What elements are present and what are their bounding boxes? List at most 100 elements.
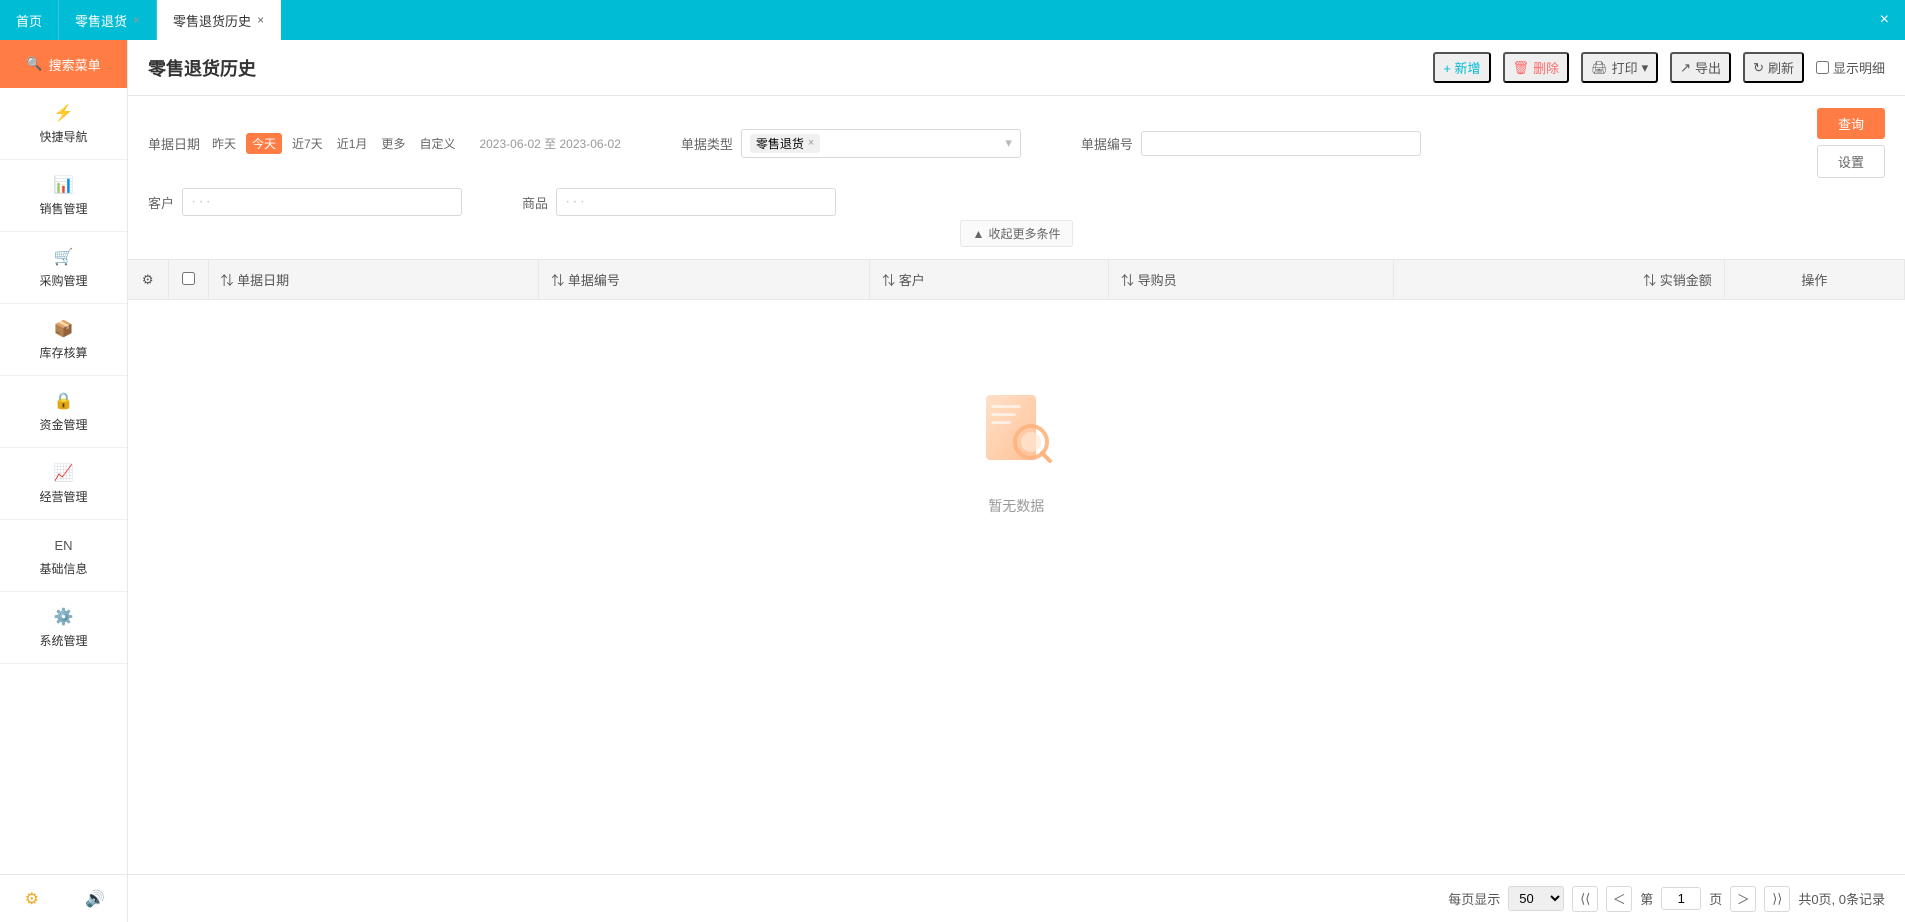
sidebar-item-operation[interactable]: 📈 经营管理	[0, 448, 127, 520]
delete-button[interactable]: 🗑 删除	[1503, 52, 1570, 83]
window-close-btn[interactable]: ×	[1864, 0, 1905, 40]
sidebar-item-system[interactable]: ⚙️ 系统管理	[0, 592, 127, 664]
sales-icon: 📊	[53, 174, 75, 196]
quick-nav-icon: ⚡	[53, 102, 75, 124]
query-button[interactable]: 查询	[1817, 108, 1885, 139]
sidebar-item-finance[interactable]: 🔒 资金管理	[0, 376, 127, 448]
sidebar-item-inventory[interactable]: 📦 库存核算	[0, 304, 127, 376]
refresh-button[interactable]: ↻ 刷新	[1743, 52, 1804, 83]
select-all-checkbox[interactable]	[182, 272, 195, 285]
sidebar-item-basic-info-label: 基础信息	[39, 560, 87, 577]
product-filter-group: 商品 ···	[522, 188, 836, 216]
date-opt-yesterday[interactable]: 昨天	[208, 133, 240, 154]
page-number-input[interactable]	[1661, 887, 1701, 910]
sidebar-item-sales-label: 销售管理	[39, 200, 87, 217]
sidebar-settings-btn[interactable]: ⚙	[0, 875, 64, 922]
sidebar-volume-btn[interactable]: 🔊	[64, 875, 128, 922]
table-head: ⚙ ⇅ 单据日期 ⇅ 单据编号 ⇅ 客户	[128, 260, 1905, 300]
tab-retail-return-close[interactable]: ×	[133, 13, 140, 27]
pagination-bar: 每页显示 50 20 100 ⟨⟨ ＜ 第 页 ＞ ⟩⟩ 共0页, 0条记录	[128, 874, 1905, 922]
date-range-group: 2023-06-02 至 2023-06-02	[479, 135, 620, 152]
date-opt-custom[interactable]: 自定义	[415, 133, 459, 154]
sidebar-item-finance-label: 资金管理	[39, 416, 87, 433]
show-details-checkbox-wrap[interactable]: 显示明细	[1816, 58, 1885, 77]
data-table: ⚙ ⇅ 单据日期 ⇅ 单据编号 ⇅ 客户	[128, 260, 1905, 596]
export-button[interactable]: ↗ 导出	[1670, 52, 1731, 83]
export-icon: ↗	[1680, 60, 1691, 76]
settings-icon: ⚙	[142, 272, 154, 287]
collapse-row: ▲ 收起更多条件	[148, 216, 1885, 247]
per-page-select[interactable]: 50 20 100	[1508, 886, 1564, 911]
sidebar: 🔍 搜索菜单 ⚡ 快捷导航 📊 销售管理 🛒 采购管理 📦 库存核算 🔒 资金管…	[0, 40, 128, 922]
type-filter-select[interactable]: 零售退货 × ▾	[741, 129, 1021, 158]
print-button[interactable]: 🖨 打印 ▾	[1581, 52, 1658, 83]
sidebar-bottom: ⚙ 🔊	[0, 874, 127, 922]
basic-info-icon: EN	[53, 534, 75, 556]
tab-retail-return-history-label: 零售退货历史	[173, 11, 251, 30]
date-opt-last1m[interactable]: 近1月	[333, 133, 372, 154]
refresh-icon: ↻	[1753, 60, 1764, 76]
type-filter-group: 单据类型 零售退货 × ▾	[681, 129, 1021, 158]
collapse-button[interactable]: ▲ 收起更多条件	[960, 220, 1074, 247]
col-amount[interactable]: ⇅ 实销金额	[1393, 260, 1724, 300]
sidebar-item-quick-nav-label: 快捷导航	[39, 128, 87, 145]
customer-filter-input[interactable]: ···	[182, 188, 462, 216]
tab-retail-return-label: 零售退货	[75, 11, 127, 30]
date-filter-label: 单据日期	[148, 134, 200, 153]
customer-filter-label: 客户	[148, 193, 174, 212]
col-action-label: 操作	[1801, 273, 1827, 288]
delete-icon: 🗑	[1513, 60, 1530, 76]
page-label: 第	[1640, 889, 1653, 908]
filter-settings-button[interactable]: 设置	[1817, 145, 1885, 178]
next-page-btn[interactable]: ＞	[1730, 886, 1756, 912]
first-page-btn[interactable]: ⟨⟨	[1572, 886, 1598, 912]
date-opt-last7[interactable]: 近7天	[288, 133, 327, 154]
tab-retail-return[interactable]: 零售退货 ×	[59, 0, 157, 40]
print-chevron-icon: ▾	[1642, 60, 1649, 76]
col-number[interactable]: ⇅ 单据编号	[539, 260, 870, 300]
tab-retail-return-history[interactable]: 零售退货历史 ×	[157, 0, 281, 40]
col-checkbox[interactable]	[168, 260, 208, 300]
print-icon: 🖨	[1591, 60, 1608, 76]
product-filter-input[interactable]: ···	[556, 188, 836, 216]
sidebar-item-basic-info[interactable]: EN 基础信息	[0, 520, 127, 592]
col-action: 操作	[1724, 260, 1904, 300]
tab-home[interactable]: 首页	[0, 0, 59, 40]
filter-row-1: 单据日期 昨天 今天 近7天 近1月 更多 自定义 2023-06-02 至 2…	[148, 108, 1885, 178]
type-tag-remove[interactable]: ×	[808, 137, 814, 149]
per-page-label: 每页显示	[1448, 889, 1500, 908]
operation-icon: 📈	[53, 462, 75, 484]
empty-illustration	[966, 380, 1066, 480]
sidebar-item-system-label: 系统管理	[39, 632, 87, 649]
col-guide[interactable]: ⇅ 导购员	[1109, 260, 1394, 300]
table-container: ⚙ ⇅ 单据日期 ⇅ 单据编号 ⇅ 客户	[128, 260, 1905, 874]
sidebar-item-quick-nav[interactable]: ⚡ 快捷导航	[0, 88, 127, 160]
finance-icon: 🔒	[53, 390, 75, 412]
collapse-icon: ▲	[973, 227, 985, 241]
date-opt-today[interactable]: 今天	[246, 133, 282, 154]
show-details-checkbox[interactable]	[1816, 61, 1829, 74]
filter-actions: 查询 设置	[1817, 108, 1885, 178]
sidebar-search[interactable]: 🔍 搜索菜单	[0, 40, 127, 88]
prev-page-btn[interactable]: ＜	[1606, 886, 1632, 912]
print-button-label: 打印	[1612, 58, 1638, 77]
tab-retail-return-history-close[interactable]: ×	[257, 13, 264, 27]
number-filter-input[interactable]	[1141, 131, 1421, 156]
date-options: 昨天 今天 近7天 近1月 更多 自定义	[208, 133, 459, 154]
empty-state: 暂无数据	[128, 300, 1905, 596]
refresh-button-label: 刷新	[1768, 58, 1794, 77]
sidebar-item-purchase[interactable]: 🛒 采购管理	[0, 232, 127, 304]
main-layout: 🔍 搜索菜单 ⚡ 快捷导航 📊 销售管理 🛒 采购管理 📦 库存核算 🔒 资金管…	[0, 40, 1905, 922]
last-page-btn[interactable]: ⟩⟩	[1764, 886, 1790, 912]
col-settings[interactable]: ⚙	[128, 260, 168, 300]
col-customer[interactable]: ⇅ 客户	[870, 260, 1109, 300]
sidebar-item-sales[interactable]: 📊 销售管理	[0, 160, 127, 232]
col-date[interactable]: ⇅ 单据日期	[208, 260, 539, 300]
date-opt-more[interactable]: 更多	[377, 133, 409, 154]
new-button[interactable]: + 新增	[1433, 52, 1490, 83]
sidebar-volume-icon: 🔊	[85, 889, 105, 909]
col-number-label: ⇅ 单据编号	[551, 273, 620, 288]
date-filter-group: 单据日期 昨天 今天 近7天 近1月 更多 自定义	[148, 133, 459, 154]
type-tag: 零售退货 ×	[750, 134, 820, 153]
empty-text: 暂无数据	[988, 496, 1044, 516]
